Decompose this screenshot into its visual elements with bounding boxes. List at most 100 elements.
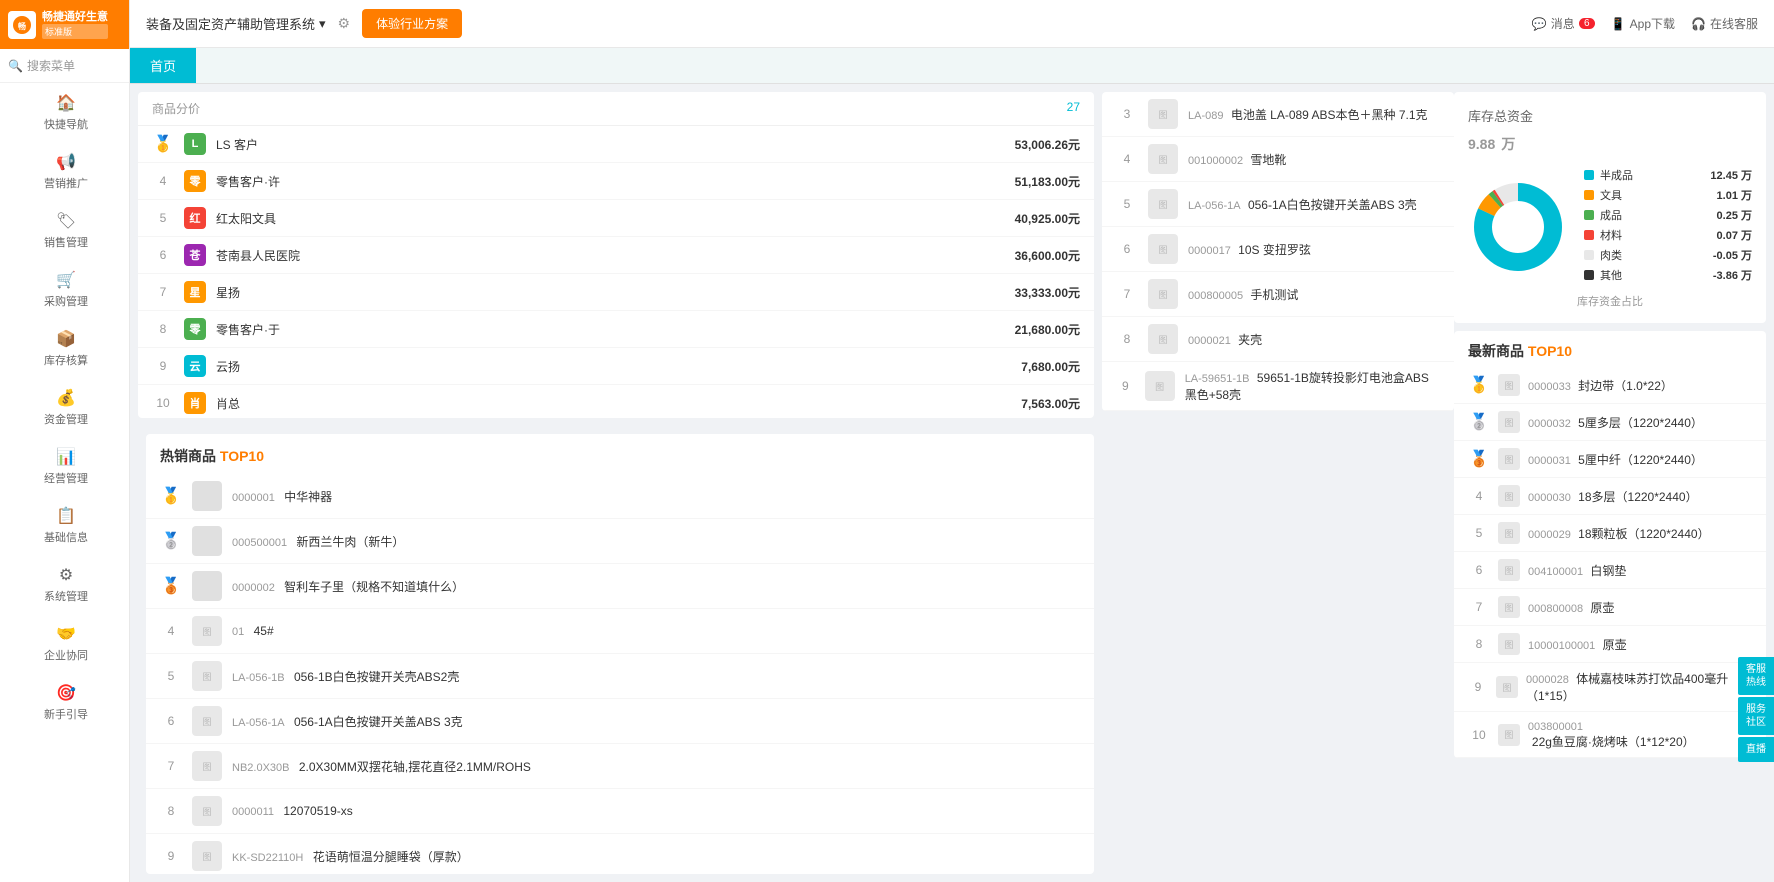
rank-number: 🥇 (160, 486, 182, 506)
customer-avatar: 零 (184, 170, 206, 192)
sidebar-item-label: 系统管理 (44, 588, 88, 604)
product-info: KK-SD22110H 花语萌恒温分腿睡袋（厚款） (232, 848, 469, 865)
logo-badge: 标准版 (42, 24, 108, 39)
sidebar-item-purchase[interactable]: 🛒 采购管理 (0, 260, 129, 319)
float-btn-service[interactable]: 客服热线 (1738, 657, 1774, 695)
rank-number: 5 (160, 669, 182, 683)
tab-home[interactable]: 首页 (130, 48, 196, 83)
customer-amount: 40,925.00元 (1015, 210, 1080, 227)
sidebar-item-guide[interactable]: 🎯 新手引导 (0, 673, 129, 732)
new-product-image: 图 (1498, 559, 1520, 581)
product-name: 2.0X30MM双摆花轴,摆花直径2.1MM/ROHS (299, 760, 531, 774)
page-tabs: 首页 (130, 48, 1774, 84)
new-product-name: 封边带（1.0*22） (1578, 379, 1673, 393)
product-code: LA-59651-1B (1185, 373, 1250, 385)
sidebar-item-marketing[interactable]: 📢 营销推广 (0, 142, 129, 201)
customer-list: 🥇 L LS 客户 53,006.26元 4 零 零售客户·许 51,183.0… (138, 126, 1094, 418)
inventory-title: 库存总资金 (1468, 106, 1752, 125)
product-image (192, 481, 222, 511)
product-code: LA-089 (1188, 110, 1223, 122)
sidebar-item-inventory[interactable]: 📦 库存核算 (0, 319, 129, 378)
new-product-row: 7 图 000800008 原壶 (1454, 589, 1766, 626)
sidebar-item-label: 资金管理 (44, 411, 88, 427)
product-code: 000500001 (232, 537, 287, 549)
gear-icon[interactable]: ⚙ (338, 15, 351, 32)
hot-product-row: 5 图 LA-056-1B 056-1B白色按键开关壳ABS2壳 (146, 654, 1094, 699)
sidebar-item-quick[interactable]: 🏠 快捷导航 (0, 83, 129, 142)
customer-row: 7 星 星扬 33,333.00元 (138, 274, 1094, 311)
new-product-image: 图 (1498, 448, 1520, 470)
donut-chart (1468, 177, 1568, 277)
legend-dot (1584, 250, 1594, 260)
customer-name: 零售客户·许 (216, 173, 1005, 190)
trial-button[interactable]: 体验行业方案 (362, 9, 462, 38)
customer-amount: 33,333.00元 (1015, 284, 1080, 301)
customer-amount: 51,183.00元 (1015, 173, 1080, 190)
customer-amount: 21,680.00元 (1015, 321, 1080, 338)
legend-name: 文具 (1600, 187, 1711, 203)
system-name[interactable]: 装备及固定资产辅助管理系统 ▾ (146, 14, 326, 33)
rank-number: 5 (152, 211, 174, 225)
legend-dot (1584, 270, 1594, 280)
sidebar-item-system[interactable]: ⚙ 系统管理 (0, 555, 129, 614)
ops-icon: 📊 (56, 447, 76, 467)
legend-value: 0.07 万 (1717, 227, 1752, 243)
new-product-info: 003800001 22g鱼豆腐·烧烤味（1*12*20） (1528, 719, 1752, 750)
rank-number: 9 (1116, 379, 1135, 393)
mid-products-card: 3 图 LA-089 电池盖 LA-089 ABS本色＋黑种 7.1克 4 图 … (1102, 92, 1454, 411)
new-product-image: 图 (1498, 374, 1520, 396)
float-btn-community[interactable]: 服务社区 (1738, 697, 1774, 735)
product-code: 000800005 (1188, 290, 1243, 302)
product-info: LA-056-1A 056-1A白色按键开关盖ABS 3壳 (1188, 196, 1417, 213)
customer-name: 苍南县人民医院 (216, 247, 1005, 264)
new-product-name: 原壶 (1590, 601, 1614, 615)
sidebar-item-basic[interactable]: 📋 基础信息 (0, 496, 129, 555)
sidebar-item-coop[interactable]: 🤝 企业协同 (0, 614, 129, 673)
new-product-info: 0000031 5厘中纤（1220*2440） (1528, 451, 1703, 468)
sidebar-item-sales[interactable]: 🏷 销售管理 (0, 201, 129, 260)
product-info: 0000001 中华神器 (232, 488, 332, 505)
customer-avatar: 红 (184, 207, 206, 229)
marketing-icon: 📢 (56, 152, 76, 172)
legend-value: -0.05 万 (1713, 247, 1752, 263)
customer-name: 云扬 (216, 358, 1011, 375)
sidebar-item-finance[interactable]: 💰 资金管理 (0, 378, 129, 437)
rank-number: 🥇 (152, 134, 174, 154)
new-product-code: 0000032 (1528, 418, 1571, 430)
legend-name: 肉类 (1600, 247, 1707, 263)
hot-product-row: 🥉 0000002 智利车子里（规格不知道填什么） (146, 564, 1094, 609)
rank-number: 6 (1116, 242, 1138, 256)
float-btn-live[interactable]: 直播 (1738, 737, 1774, 762)
new-product-image: 图 (1498, 411, 1520, 433)
mid-product-row: 3 图 LA-089 电池盖 LA-089 ABS本色＋黑种 7.1克 (1102, 92, 1454, 137)
product-info: LA-056-1A 056-1A白色按键开关盖ABS 3克 (232, 713, 463, 730)
system-icon: ⚙ (59, 565, 73, 585)
content: 商品分价 27 🥇 L LS 客户 53,006.26元 4 零 零售客户·许 … (130, 84, 1774, 882)
product-info: 0000011 12070519-xs (232, 804, 353, 818)
sidebar-item-label: 销售管理 (44, 234, 88, 250)
messages-button[interactable]: 💬 消息 6 (1532, 15, 1595, 32)
product-info: 01 45# (232, 624, 274, 638)
product-image-placeholder: 图 (1148, 324, 1178, 354)
product-image-placeholder: 图 (192, 661, 222, 691)
sidebar-search[interactable]: 🔍 搜索菜单 (0, 49, 129, 83)
sidebar-item-ops[interactable]: 📊 经营管理 (0, 437, 129, 496)
sidebar-item-label: 经营管理 (44, 470, 88, 486)
mid-product-row: 8 图 0000021 夹壳 (1102, 317, 1454, 362)
product-info: LA-59651-1B 59651-1B旋转投影灯电池盒ABS黑色+58壳 (1185, 369, 1440, 403)
legend-item: 其他 -3.86 万 (1584, 267, 1752, 283)
rank-number: 6 (160, 714, 182, 728)
customer-avatar: L (184, 133, 206, 155)
new-product-code: 0000031 (1528, 455, 1571, 467)
product-name: 中华神器 (284, 490, 332, 504)
legend-name: 材料 (1600, 227, 1711, 243)
svg-text:畅: 畅 (18, 21, 26, 31)
customer-name: 肖总 (216, 395, 1011, 412)
app-download-button[interactable]: 📱 App下载 (1611, 15, 1675, 32)
new-product-code: 0000030 (1528, 492, 1571, 504)
new-product-image: 图 (1496, 676, 1518, 698)
sidebar-item-label: 库存核算 (44, 352, 88, 368)
top-customers-card: 商品分价 27 🥇 L LS 客户 53,006.26元 4 零 零售客户·许 … (138, 92, 1094, 418)
online-service-button[interactable]: 🎧 在线客服 (1691, 15, 1758, 32)
new-product-list: 🥇 图 0000033 封边带（1.0*22） 🥈 图 0000032 5厘多层… (1454, 367, 1766, 758)
